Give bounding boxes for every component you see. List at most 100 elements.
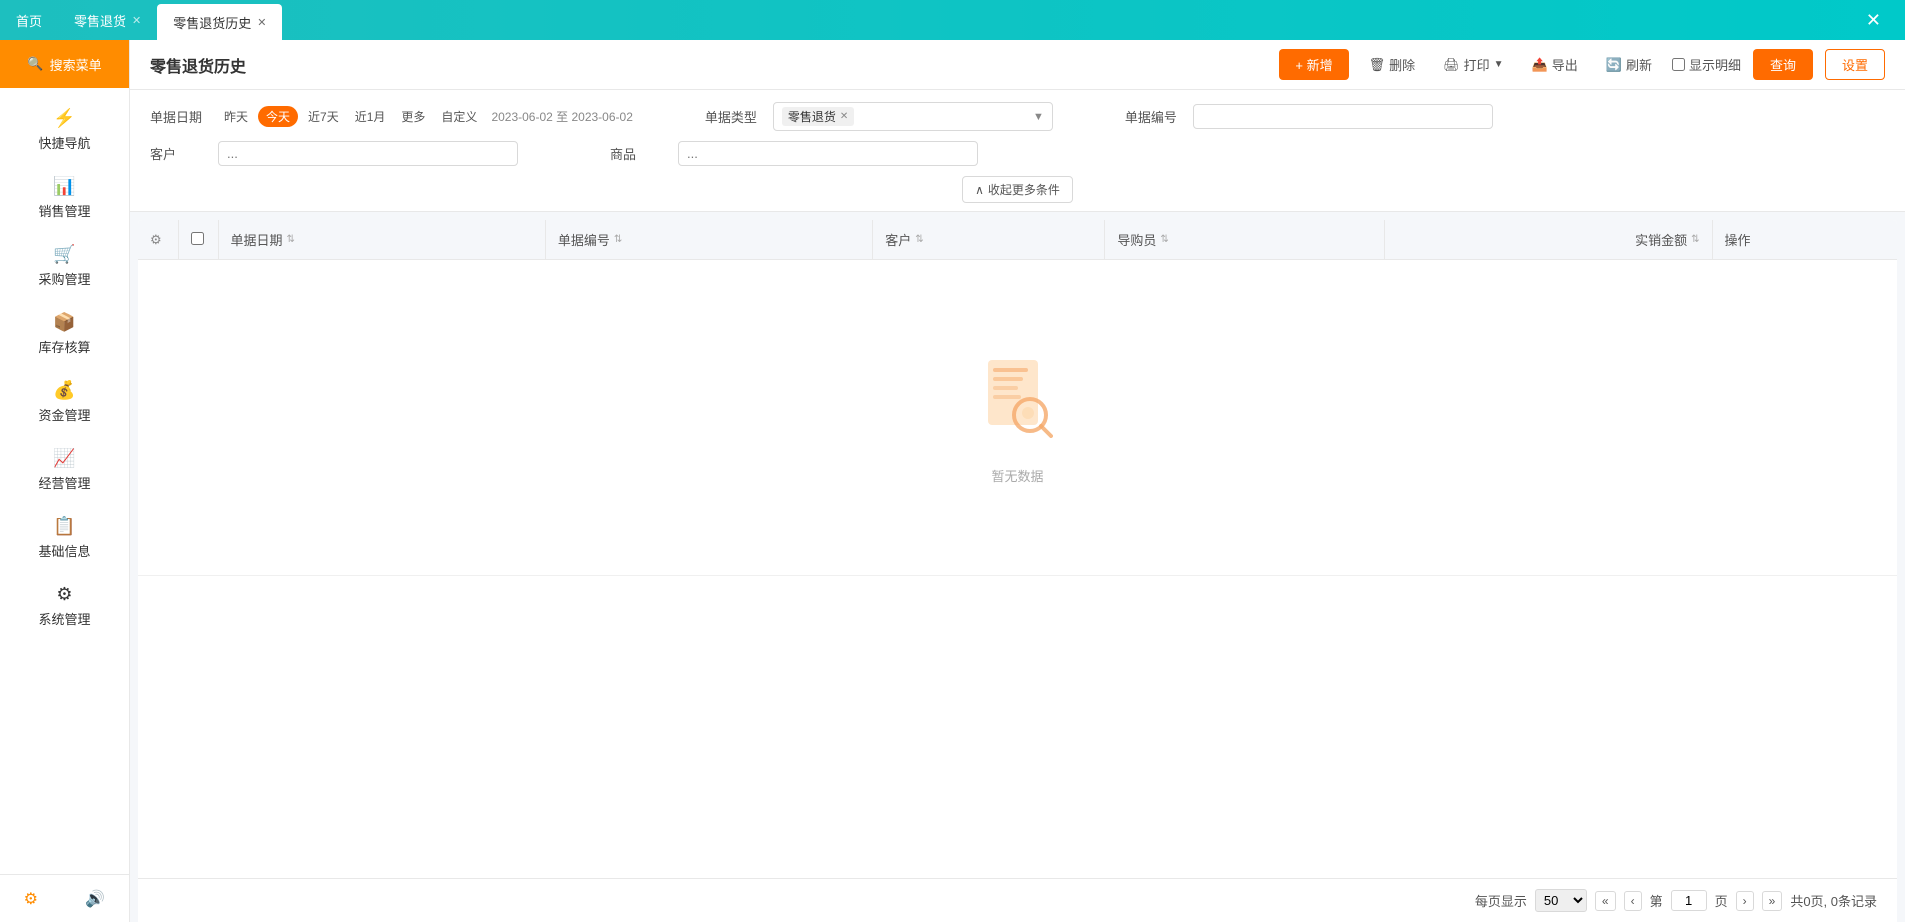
refresh-button[interactable]: 🔄 刷新 xyxy=(1598,51,1660,78)
table-body: 暂无数据 xyxy=(138,260,1897,576)
date-btn-yesterday[interactable]: 昨天 xyxy=(218,106,254,127)
collapse-row: ∧ 收起更多条件 xyxy=(150,176,1885,203)
empty-state-cell: 暂无数据 xyxy=(138,260,1897,576)
doc-no-input[interactable] xyxy=(1202,109,1484,124)
last-page-button[interactable]: » xyxy=(1762,891,1783,911)
next-page-button[interactable]: › xyxy=(1736,891,1754,911)
table-select-all-checkbox[interactable] xyxy=(191,232,204,245)
date-btn-last7[interactable]: 近7天 xyxy=(302,106,345,127)
tab-retail-return[interactable]: 零售退货 ✕ xyxy=(58,0,157,40)
empty-state-icon xyxy=(968,350,1068,450)
new-button[interactable]: + 新增 xyxy=(1279,49,1348,80)
sidebar-search[interactable]: 🔍 搜索菜单 xyxy=(0,40,129,88)
th-guide[interactable]: 导购员 ⇅ xyxy=(1105,220,1385,260)
export-icon: 📤 xyxy=(1532,57,1548,73)
sidebar-item-base-info-label: 基础信息 xyxy=(38,541,90,560)
sidebar-item-operations[interactable]: 📈 经营管理 xyxy=(0,436,129,504)
empty-state-text: 暂无数据 xyxy=(991,466,1043,485)
tab-retail-return-history-label: 零售退货历史 xyxy=(173,13,251,32)
page-header: 零售退货历史 + 新增 🗑 删除 🖨 打印 ▼ 📤 导出 🔄 xyxy=(130,40,1905,90)
page-size-select[interactable]: 102050100 xyxy=(1535,889,1587,912)
purchase-icon: 🛒 xyxy=(53,244,75,265)
collapse-button[interactable]: ∧ 收起更多条件 xyxy=(962,176,1073,203)
tab-home[interactable]: 首页 xyxy=(0,0,58,40)
filter-area: 单据日期 昨天 今天 近7天 近1月 更多 自定义 2023-06-02 至 2… xyxy=(130,90,1905,212)
th-actual-amount[interactable]: 实销金额 ⇅ xyxy=(1385,220,1712,260)
th-operation: 操作 xyxy=(1712,220,1897,260)
quick-nav-icon: ⚡ xyxy=(53,108,75,129)
page-number-input[interactable] xyxy=(1671,890,1707,911)
doc-no-input-container[interactable] xyxy=(1193,104,1493,129)
query-button[interactable]: 查询 xyxy=(1753,49,1813,80)
collapse-icon: ∧ xyxy=(975,183,984,197)
print-chevron-icon: ▼ xyxy=(1494,59,1504,70)
sidebar-item-finance-label: 资金管理 xyxy=(38,405,90,424)
top-bar: 首页 零售退货 ✕ 零售退货历史 ✕ ✕ xyxy=(0,0,1905,40)
sidebar-item-quick-nav-label: 快捷导航 xyxy=(38,133,90,152)
sidebar-item-sales-label: 销售管理 xyxy=(38,201,90,220)
sidebar-item-purchase-label: 采购管理 xyxy=(38,269,90,288)
date-filter: 昨天 今天 近7天 近1月 更多 自定义 2023-06-02 至 2023-0… xyxy=(218,106,633,127)
customer-input[interactable] xyxy=(227,146,509,161)
date-btn-custom[interactable]: 自定义 xyxy=(435,106,483,127)
goods-input[interactable] xyxy=(687,146,969,161)
sidebar-item-inventory[interactable]: 📦 库存核算 xyxy=(0,300,129,368)
prev-page-button[interactable]: ‹ xyxy=(1624,891,1642,911)
doc-type-tag-remove[interactable]: ✕ xyxy=(840,111,848,122)
empty-state: 暂无数据 xyxy=(150,270,1885,565)
tab-retail-return-close[interactable]: ✕ xyxy=(132,14,141,27)
sidebar-item-inventory-label: 库存核算 xyxy=(38,337,90,356)
page-label-suffix: 页 xyxy=(1715,891,1728,910)
date-btn-last-month[interactable]: 近1月 xyxy=(349,106,392,127)
date-btn-today[interactable]: 今天 xyxy=(258,106,298,127)
tab-retail-return-history[interactable]: 零售退货历史 ✕ xyxy=(157,4,282,40)
print-icon: 🖨 xyxy=(1443,57,1460,73)
first-page-button[interactable]: « xyxy=(1595,891,1616,911)
sidebar: 🔍 搜索菜单 ⚡ 快捷导航 📊 销售管理 🛒 采购管理 📦 库存核算 💰 xyxy=(0,40,130,922)
header-actions: + 新增 🗑 删除 🖨 打印 ▼ 📤 导出 🔄 刷新 xyxy=(1279,49,1885,80)
tab-list: 首页 零售退货 ✕ 零售退货历史 ✕ xyxy=(0,0,282,40)
goods-input-container[interactable] xyxy=(678,141,978,166)
sidebar-item-sales[interactable]: 📊 销售管理 xyxy=(0,164,129,232)
customer-input-container[interactable] xyxy=(218,141,518,166)
tab-retail-return-history-close[interactable]: ✕ xyxy=(257,16,266,29)
doc-type-dropdown[interactable]: 零售退货 ✕ ▼ xyxy=(773,102,1053,131)
table-header: ⚙ 单据日期 ⇅ 单据编号 xyxy=(138,220,1897,260)
th-gear: ⚙ xyxy=(138,220,178,260)
sidebar-item-purchase[interactable]: 🛒 采购管理 xyxy=(0,232,129,300)
doc-type-label: 单据类型 xyxy=(705,107,765,126)
th-customer[interactable]: 客户 ⇅ xyxy=(873,220,1105,260)
sidebar-settings-button[interactable]: ⚙ xyxy=(24,889,38,909)
tab-retail-return-label: 零售退货 xyxy=(74,11,126,30)
base-info-icon: 📋 xyxy=(53,516,75,537)
delete-button[interactable]: 🗑 删除 xyxy=(1361,51,1424,78)
doc-type-chevron-icon: ▼ xyxy=(1033,111,1044,123)
sort-actual-amount-icon: ⇅ xyxy=(1691,234,1699,245)
page-label-prefix: 第 xyxy=(1650,891,1663,910)
sidebar-item-system[interactable]: ⚙ 系统管理 xyxy=(0,572,129,640)
sort-doc-no-icon: ⇅ xyxy=(614,234,622,245)
export-button[interactable]: 📤 导出 xyxy=(1524,51,1586,78)
date-btn-more[interactable]: 更多 xyxy=(395,106,431,127)
sidebar-audio-button[interactable]: 🔊 xyxy=(85,889,105,909)
goods-label: 商品 xyxy=(610,144,670,163)
date-filter-label: 单据日期 xyxy=(150,107,210,126)
system-icon: ⚙ xyxy=(56,584,72,605)
setting-button[interactable]: 设置 xyxy=(1825,49,1885,80)
th-doc-no[interactable]: 单据编号 ⇅ xyxy=(545,220,872,260)
date-range-display: 2023-06-02 至 2023-06-02 xyxy=(491,108,632,125)
sales-icon: 📊 xyxy=(53,176,75,197)
table-gear-icon[interactable]: ⚙ xyxy=(150,232,162,247)
th-doc-date[interactable]: 单据日期 ⇅ xyxy=(218,220,545,260)
sort-doc-date-icon: ⇅ xyxy=(287,234,295,245)
tab-home-label: 首页 xyxy=(16,11,42,30)
customer-label: 客户 xyxy=(150,144,210,163)
sidebar-item-base-info[interactable]: 📋 基础信息 xyxy=(0,504,129,572)
show-detail-checkbox[interactable]: 显示明细 xyxy=(1672,55,1741,74)
empty-state-row: 暂无数据 xyxy=(138,260,1897,576)
print-button[interactable]: 🖨 打印 ▼ xyxy=(1435,51,1511,78)
sidebar-item-quick-nav[interactable]: ⚡ 快捷导航 xyxy=(0,96,129,164)
sidebar-item-finance[interactable]: 💰 资金管理 xyxy=(0,368,129,436)
window-close-button[interactable]: ✕ xyxy=(1858,10,1889,31)
show-detail-input[interactable] xyxy=(1672,58,1685,71)
